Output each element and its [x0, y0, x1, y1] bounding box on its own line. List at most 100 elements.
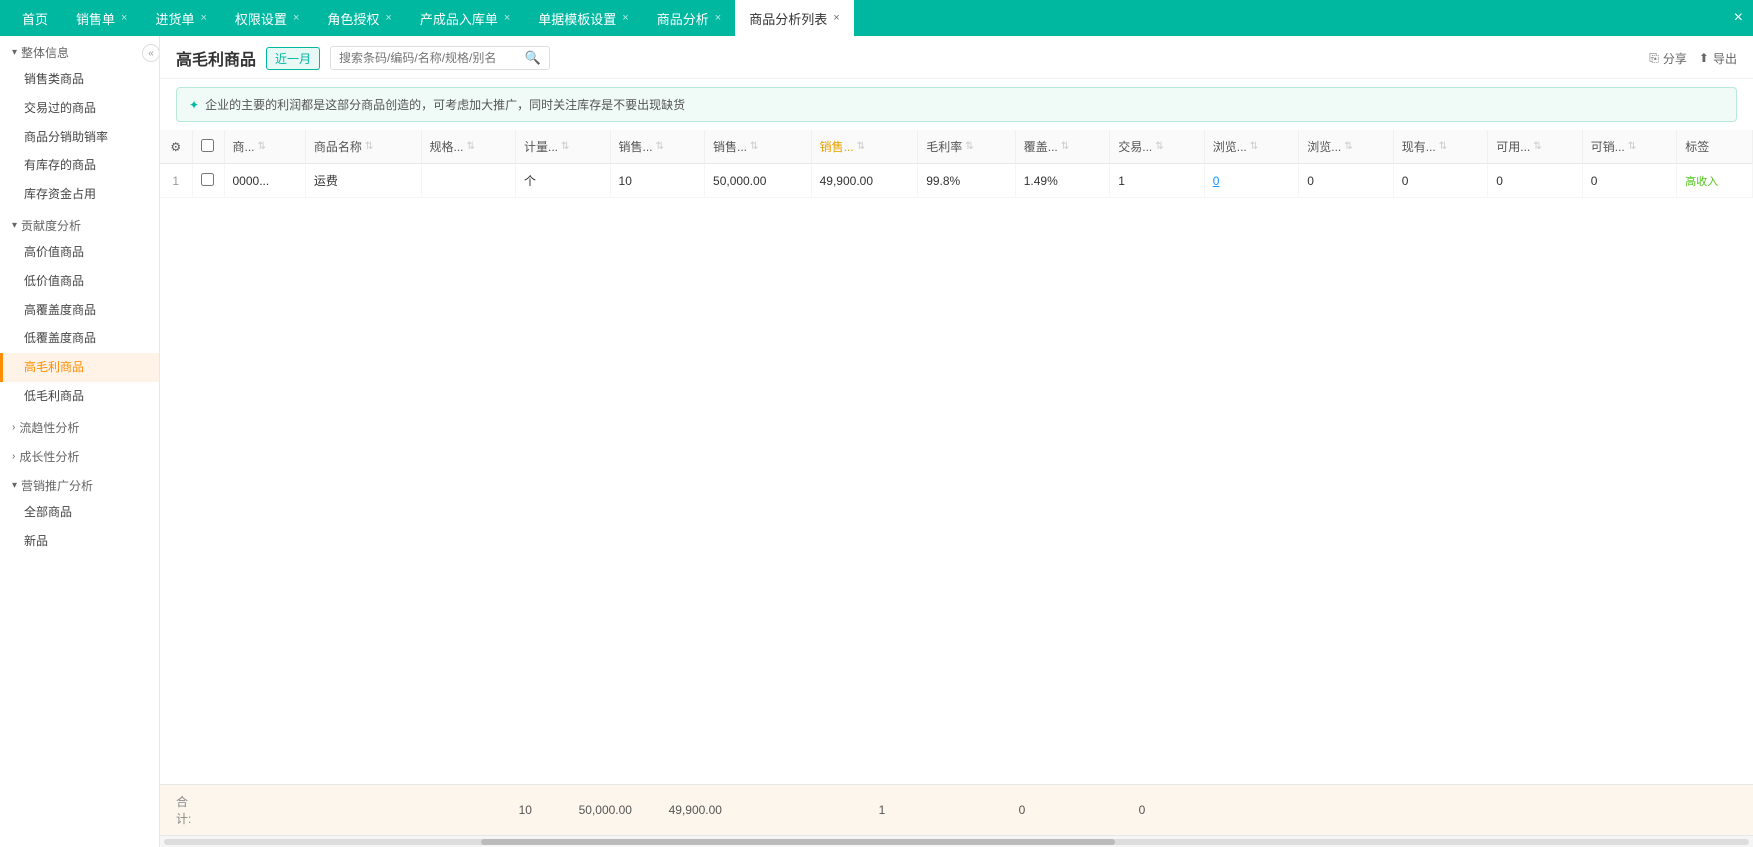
close-permissions-tab[interactable]: × [293, 12, 299, 24]
close-product-analysis-tab[interactable]: × [715, 12, 721, 24]
cell-name: 运费 [305, 164, 421, 198]
sort-icon-view2: ⇅ [1344, 141, 1352, 152]
cell-coverage: 1.49% [1015, 164, 1110, 198]
close-window-button[interactable]: × [1734, 9, 1743, 27]
col-tag[interactable]: 标签 [1677, 130, 1753, 164]
sort-icon-coverage: ⇅ [1061, 141, 1069, 152]
row-select-checkbox[interactable] [201, 173, 214, 186]
row-num: 1 [160, 164, 192, 198]
share-button[interactable]: ⎘ 分享 [1649, 50, 1687, 67]
nav-roles[interactable]: 角色授权 × [313, 0, 405, 36]
close-product-analysis-list-tab[interactable]: × [833, 12, 839, 24]
group-arrow-growth: › [12, 451, 15, 462]
close-roles-tab[interactable]: × [385, 12, 391, 24]
col-view1[interactable]: 浏览... ⇅ [1204, 130, 1299, 164]
footer-stock-available: 0 [1139, 803, 1199, 817]
filter-tag-month[interactable]: 近一月 [266, 47, 320, 70]
group-arrow-contribution: ▾ [12, 220, 17, 231]
sidebar-item-traded-goods[interactable]: 交易过的商品 [0, 94, 159, 123]
footer-view2: 0 [1019, 803, 1079, 817]
footer-trade: 1 [879, 803, 959, 817]
cell-spec [421, 164, 516, 198]
footer-sales-qty: 10 [519, 803, 579, 817]
cell-stock-current: 0 [1393, 164, 1488, 198]
cell-margin-rate: 99.8% [918, 164, 1016, 198]
col-margin-rate[interactable]: 毛利率 ⇅ [918, 130, 1016, 164]
nav-sales[interactable]: 销售单 × [62, 0, 141, 36]
scroll-thumb[interactable] [481, 839, 1115, 845]
cell-view2: 0 [1299, 164, 1394, 198]
sidebar-item-high-value[interactable]: 高价值商品 [0, 238, 159, 267]
sidebar-item-sales-goods[interactable]: 销售类商品 [0, 65, 159, 94]
sidebar-group-overall[interactable]: ▾ 整体信息 [0, 36, 159, 65]
sidebar-group-marketing[interactable]: ▾ 营销推广分析 [0, 469, 159, 498]
cell-stock-salable: 0 [1582, 164, 1677, 198]
sidebar-item-high-coverage[interactable]: 高覆盖度商品 [0, 296, 159, 325]
footer-columns: 10 50,000.00 49,900.00 1 0 0 [219, 803, 1737, 817]
nav-product-inbound[interactable]: 产成品入库单 × [406, 0, 524, 36]
scroll-track[interactable] [164, 839, 1749, 845]
sort-icon-name: ⇅ [365, 141, 373, 152]
sidebar-group-contribution[interactable]: ▾ 贡献度分析 [0, 209, 159, 238]
cell-sales-qty: 10 [610, 164, 705, 198]
sidebar-item-in-stock[interactable]: 有库存的商品 [0, 151, 159, 180]
col-sales-qty[interactable]: 销售... ⇅ [610, 130, 705, 164]
table-wrapper[interactable]: ⚙ 商... ⇅ 商品名称 [160, 130, 1753, 784]
export-button[interactable]: ⬆ 导出 [1699, 50, 1737, 67]
col-checkbox[interactable] [192, 130, 224, 164]
group-arrow-marketing: ▾ [12, 480, 17, 491]
sidebar-item-high-margin[interactable]: 高毛利商品 [0, 353, 159, 382]
content-header: 高毛利商品 近一月 🔍 ⎘ 分享 ⬆ 导出 [160, 36, 1753, 79]
cell-unit: 个 [516, 164, 611, 198]
sort-icon-stock-current: ⇅ [1439, 141, 1447, 152]
col-settings[interactable]: ⚙ [160, 130, 192, 164]
horizontal-scrollbar[interactable] [160, 835, 1753, 847]
sidebar-item-distribution-rate[interactable]: 商品分销助销率 [0, 123, 159, 152]
col-spec[interactable]: 规格... ⇅ [421, 130, 516, 164]
sidebar-item-new-goods[interactable]: 新品 [0, 527, 159, 556]
col-sales-amount[interactable]: 销售... ⇅ [705, 130, 812, 164]
sidebar-item-all-goods[interactable]: 全部商品 [0, 498, 159, 527]
search-input[interactable] [339, 51, 519, 65]
cell-trade: 1 [1110, 164, 1205, 198]
col-sales-cost[interactable]: 销售... ⇅ [811, 130, 918, 164]
nav-home[interactable]: 首页 [8, 0, 62, 36]
col-stock-current[interactable]: 现有... ⇅ [1393, 130, 1488, 164]
tag-badge: 高收入 [1685, 176, 1718, 188]
sort-icon-unit: ⇅ [561, 141, 569, 152]
table-row: 1 0000... 运费 个 10 50,000.00 49,900.00 99… [160, 164, 1753, 198]
col-stock-available[interactable]: 可用... ⇅ [1488, 130, 1583, 164]
sidebar-item-low-margin[interactable]: 低毛利商品 [0, 382, 159, 411]
footer-sales-amount: 50,000.00 [579, 803, 669, 817]
close-sales-tab[interactable]: × [121, 12, 127, 24]
col-trade[interactable]: 交易... ⇅ [1110, 130, 1205, 164]
row-checkbox[interactable] [192, 164, 224, 198]
sidebar-item-stock-capital[interactable]: 库存资金占用 [0, 180, 159, 209]
sidebar-item-low-value[interactable]: 低价值商品 [0, 267, 159, 296]
close-template-tab[interactable]: × [622, 12, 628, 24]
col-name[interactable]: 商品名称 ⇅ [305, 130, 421, 164]
col-coverage[interactable]: 覆盖... ⇅ [1015, 130, 1110, 164]
cell-sales-amount: 50,000.00 [705, 164, 812, 198]
sidebar-group-growth[interactable]: › 成长性分析 [0, 440, 159, 469]
close-product-inbound-tab[interactable]: × [504, 12, 510, 24]
col-stock-salable[interactable]: 可销... ⇅ [1582, 130, 1677, 164]
col-view2[interactable]: 浏览... ⇅ [1299, 130, 1394, 164]
close-purchase-tab[interactable]: × [200, 12, 206, 24]
col-unit[interactable]: 计量... ⇅ [516, 130, 611, 164]
cell-view1[interactable]: 0 [1204, 164, 1299, 198]
nav-purchase[interactable]: 进货单 × [141, 0, 220, 36]
search-icon[interactable]: 🔍 [525, 50, 541, 66]
main-layout: « ▾ 整体信息 销售类商品 交易过的商品 商品分销助销率 有库存的商品 库存资… [0, 36, 1753, 847]
sidebar-collapse-button[interactable]: « [142, 44, 160, 62]
view1-link[interactable]: 0 [1213, 174, 1220, 188]
nav-product-analysis-list[interactable]: 商品分析列表 × [735, 0, 853, 36]
nav-template[interactable]: 单据模板设置 × [524, 0, 642, 36]
sidebar-item-low-coverage[interactable]: 低覆盖度商品 [0, 324, 159, 353]
footer-label: 合计: [176, 793, 203, 827]
col-code[interactable]: 商... ⇅ [224, 130, 305, 164]
nav-permissions[interactable]: 权限设置 × [221, 0, 313, 36]
select-all-checkbox[interactable] [201, 139, 214, 152]
sidebar-group-trend[interactable]: › 流趋性分析 [0, 411, 159, 440]
nav-product-analysis[interactable]: 商品分析 × [643, 0, 735, 36]
